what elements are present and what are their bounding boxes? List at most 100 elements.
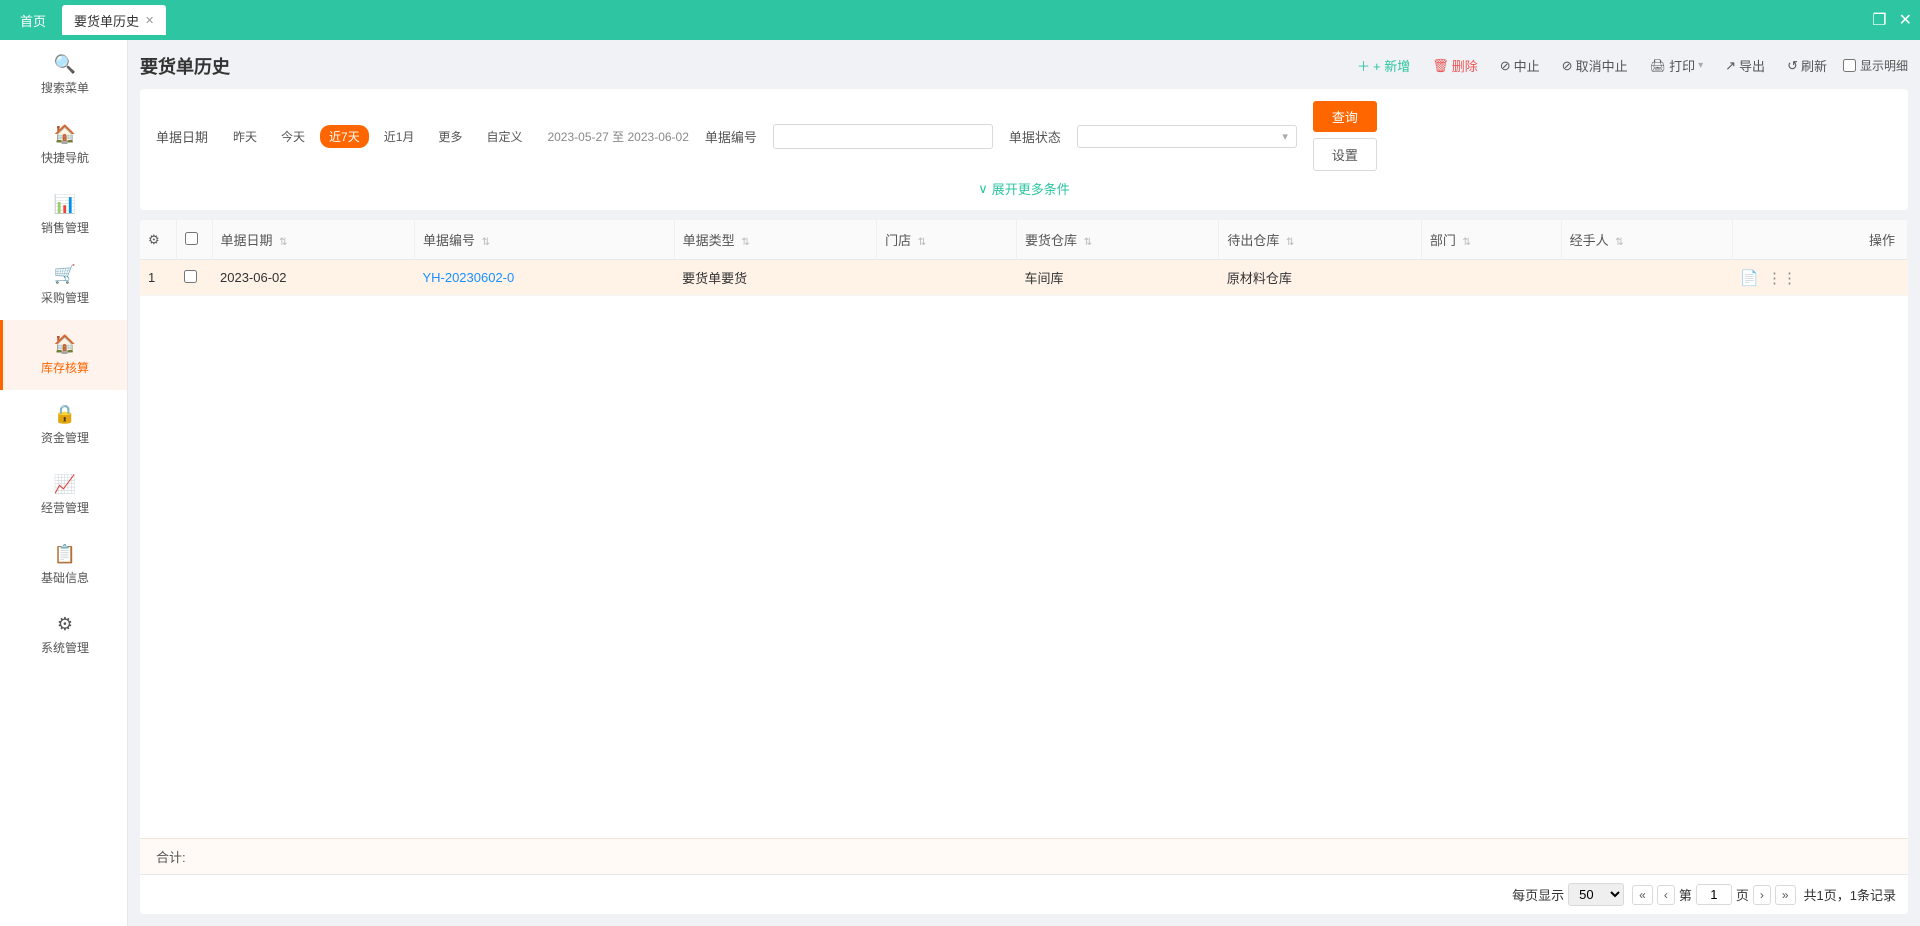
system-icon: ⚙ (57, 614, 73, 635)
stop-label: 中止 (1514, 56, 1540, 75)
col-pending-warehouse[interactable]: 待出仓库 ⇅ (1219, 220, 1421, 260)
col-action: 操作 (1732, 220, 1907, 260)
last-page-btn[interactable]: » (1775, 885, 1796, 905)
display-detail-checkbox[interactable] (1843, 59, 1856, 72)
row-select-checkbox[interactable] (184, 270, 197, 283)
date-btn-today[interactable]: 今天 (272, 125, 314, 148)
settings-col-icon: ⚙ (148, 232, 160, 247)
tab-home[interactable]: 首页 (8, 5, 58, 35)
page-unit: 页 (1736, 885, 1749, 904)
stop-btn[interactable]: ⊘ 中止 (1494, 52, 1546, 79)
col-date-label: 单据日期 (221, 233, 273, 248)
col-department[interactable]: 部门 ⇅ (1421, 220, 1561, 260)
sidebar-item-inventory[interactable]: 🏠 库存核算 (0, 320, 127, 390)
date-btn-custom[interactable]: 自定义 (477, 125, 531, 148)
table-wrapper[interactable]: ⚙ 单据日期 ⇅ 单据编号 ⇅ (140, 220, 1908, 838)
sidebar-item-purchase[interactable]: 🛒 采购管理 (0, 250, 127, 320)
delete-label: 删除 (1452, 56, 1478, 75)
filter-order-no-input[interactable] (773, 124, 993, 149)
col-order-type-sort-icon: ⇅ (741, 237, 749, 248)
page-header: 要货单历史 ＋ + 新增 🗑 删除 ⊘ 中止 ⊘ 取消中止 (140, 52, 1908, 79)
date-btn-7days[interactable]: 近7天 (320, 125, 369, 148)
query-button[interactable]: 查询 (1313, 101, 1377, 132)
filter-status-select[interactable]: ▾ (1077, 125, 1297, 148)
col-handler[interactable]: 经手人 ⇅ (1561, 220, 1732, 260)
col-store-label: 门店 (885, 233, 911, 248)
settings-button[interactable]: 设置 (1313, 138, 1377, 171)
col-action-label: 操作 (1869, 233, 1895, 248)
refresh-icon: ↺ (1787, 58, 1798, 74)
page-size-select[interactable]: 50 100 200 (1568, 883, 1624, 906)
top-bar: 首页 要货单历史 ✕ ❐ ✕ (0, 0, 1920, 40)
print-chevron-icon: ▾ (1698, 60, 1703, 71)
row-more-icon[interactable]: ⋮⋮ (1767, 269, 1797, 287)
row-edit-icon[interactable]: 📄 (1740, 269, 1759, 287)
sidebar-item-quick-nav[interactable]: 🏠 快捷导航 (0, 110, 127, 180)
col-store-sort-icon: ⇅ (918, 237, 926, 248)
sidebar-item-finance[interactable]: 🔒 资金管理 (0, 390, 127, 460)
row-order-no[interactable]: YH-20230602-0 (414, 260, 674, 296)
col-order-type-label: 单据类型 (683, 233, 735, 248)
date-btn-more[interactable]: 更多 (429, 125, 471, 148)
next-page-btn[interactable]: › (1753, 885, 1771, 905)
cancel-stop-label: 取消中止 (1576, 56, 1628, 75)
add-label: + 新增 (1373, 56, 1410, 75)
first-page-btn[interactable]: « (1632, 885, 1653, 905)
expand-more-btn[interactable]: ∨ 展开更多条件 (156, 179, 1892, 198)
print-btn[interactable]: 🖨 打印 ▾ (1644, 52, 1710, 79)
delete-btn[interactable]: 🗑 删除 (1426, 52, 1484, 79)
export-btn[interactable]: ↗ 导出 (1719, 52, 1771, 79)
sidebar-label-quick-nav: 快捷导航 (41, 149, 89, 166)
row-checkbox[interactable] (176, 260, 212, 296)
close-window-btn[interactable]: ✕ (1899, 10, 1912, 30)
sidebar: 🔍 搜索菜单 🏠 快捷导航 📊 销售管理 🛒 采购管理 🏠 库存核算 🔒 资金管… (0, 40, 128, 926)
date-range-container: 2023-05-27 至 2023-06-02 (547, 128, 688, 145)
tab-order-history[interactable]: 要货单历史 ✕ (62, 5, 166, 35)
pagination-bar: 每页显示 50 100 200 « ‹ 第 页 › » 共1页，1条记录 (140, 874, 1908, 914)
basic-info-icon: 📋 (54, 544, 76, 565)
display-detail-checkbox-label[interactable]: 显示明细 (1843, 57, 1908, 74)
content-area: 要货单历史 ＋ + 新增 🗑 删除 ⊘ 中止 ⊘ 取消中止 (128, 40, 1920, 926)
sidebar-item-operations[interactable]: 📈 经营管理 (0, 460, 127, 530)
sidebar-item-basic-info[interactable]: 📋 基础信息 (0, 530, 127, 600)
refresh-label: 刷新 (1801, 56, 1827, 75)
col-order-type[interactable]: 单据类型 ⇅ (674, 220, 876, 260)
footer-total-label: 合计: (156, 850, 186, 865)
date-btn-yesterday[interactable]: 昨天 (224, 125, 266, 148)
stop-icon: ⊘ (1500, 58, 1511, 74)
col-order-no[interactable]: 单据编号 ⇅ (414, 220, 674, 260)
toolbar: ＋ + 新增 🗑 删除 ⊘ 中止 ⊘ 取消中止 🖨 打印 (1351, 52, 1908, 79)
row-actions: 📄 ⋮⋮ (1732, 260, 1907, 296)
filter-date-range: 2023-05-27 至 2023-06-02 (547, 128, 688, 145)
add-btn[interactable]: ＋ + 新增 (1351, 52, 1416, 79)
print-label: 打印 (1669, 56, 1695, 75)
page-size-group: 每页显示 50 100 200 (1512, 883, 1624, 906)
search-menu-icon: 🔍 (54, 54, 76, 75)
cancel-stop-btn[interactable]: ⊘ 取消中止 (1556, 52, 1634, 79)
sidebar-item-search-menu[interactable]: 🔍 搜索菜单 (0, 40, 127, 110)
filter-order-no-label: 单据编号 (705, 127, 757, 146)
select-all-checkbox[interactable] (185, 232, 198, 245)
col-order-no-label: 单据编号 (423, 233, 475, 248)
tab-close-icon[interactable]: ✕ (145, 14, 154, 27)
restore-btn[interactable]: ❐ (1872, 10, 1886, 30)
sidebar-item-system[interactable]: ⚙ 系统管理 (0, 600, 127, 670)
sidebar-item-sales[interactable]: 📊 销售管理 (0, 180, 127, 250)
refresh-btn[interactable]: ↺ 刷新 (1781, 52, 1833, 79)
sidebar-label-sales: 销售管理 (41, 219, 89, 236)
table-row[interactable]: 1 2023-06-02 YH-20230602-0 要货单要货 车间库 原材料… (140, 260, 1908, 296)
date-btn-1month[interactable]: 近1月 (375, 125, 424, 148)
expand-label: 展开更多条件 (992, 179, 1070, 198)
total-info: 共1页，1条记录 (1804, 885, 1896, 904)
page-number-input[interactable] (1696, 884, 1732, 905)
quick-nav-icon: 🏠 (54, 124, 76, 145)
col-date[interactable]: 单据日期 ⇅ (212, 220, 414, 260)
export-label: 导出 (1739, 56, 1765, 75)
col-req-warehouse[interactable]: 要货仓库 ⇅ (1016, 220, 1218, 260)
col-store[interactable]: 门店 ⇅ (877, 220, 1017, 260)
prev-page-btn[interactable]: ‹ (1657, 885, 1675, 905)
top-tabs: 首页 要货单历史 ✕ (8, 5, 1872, 35)
row-department (1421, 260, 1561, 296)
col-settings[interactable]: ⚙ (140, 220, 176, 260)
col-checkbox[interactable] (176, 220, 212, 260)
